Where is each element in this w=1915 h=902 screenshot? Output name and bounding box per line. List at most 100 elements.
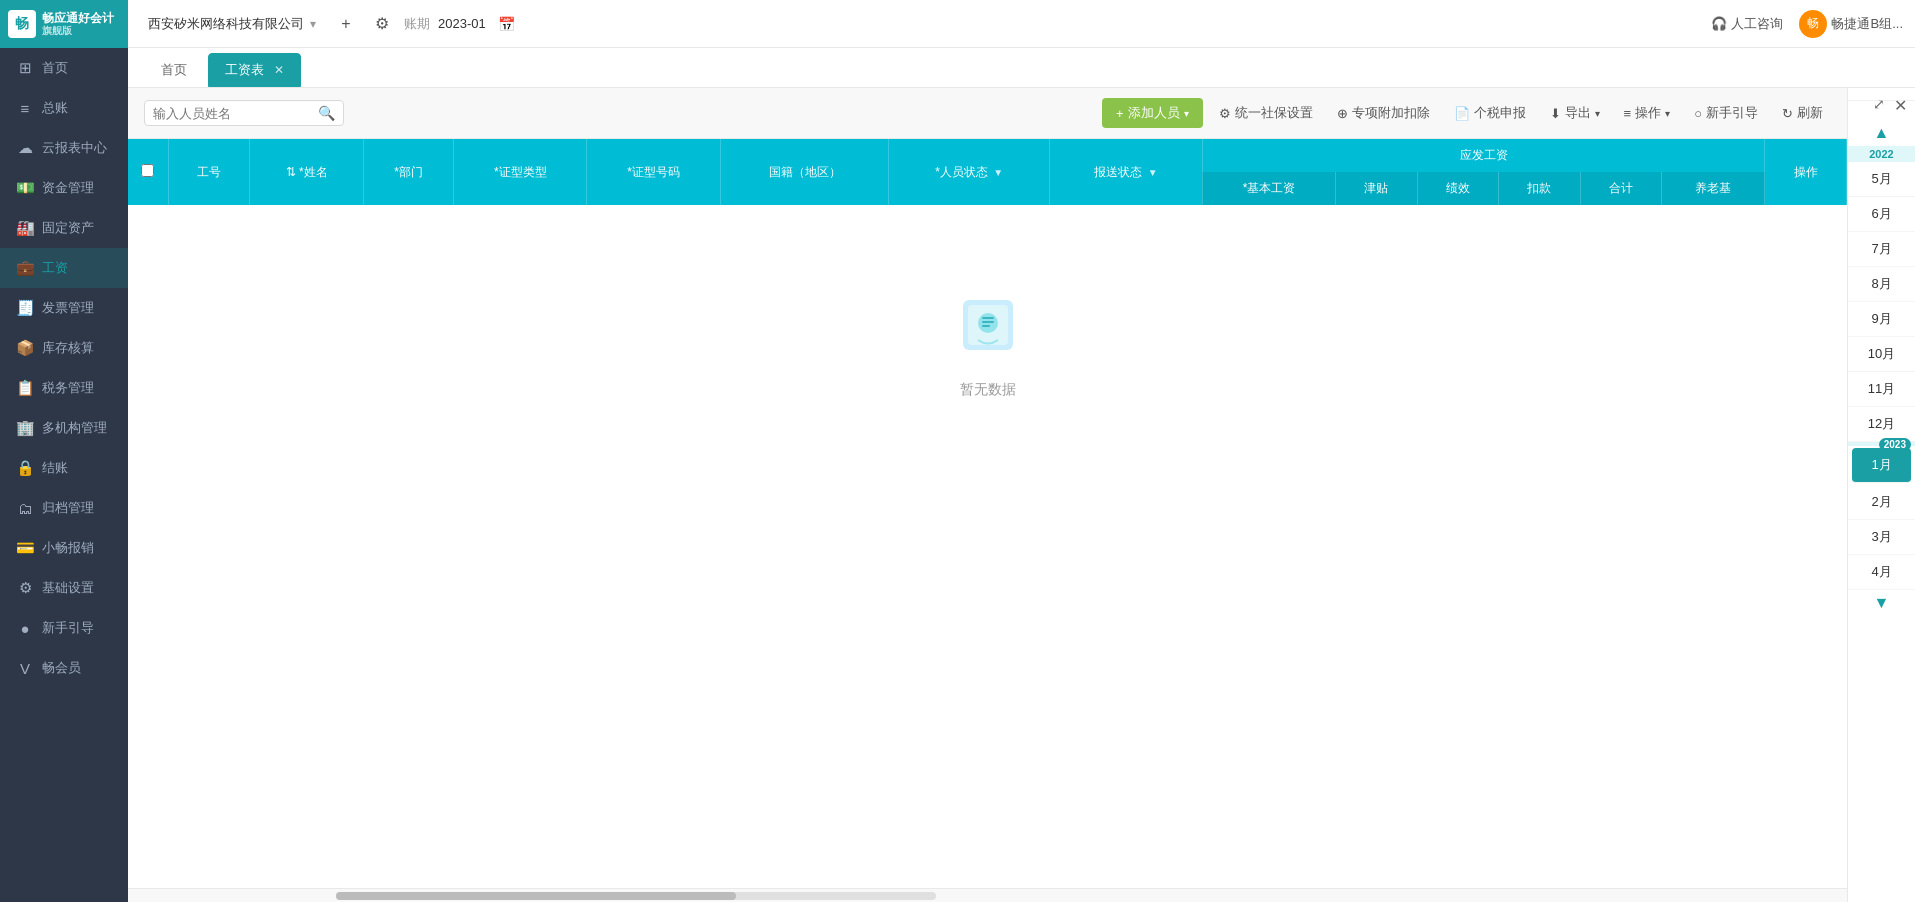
tab-home[interactable]: 首页 <box>144 53 204 87</box>
multi-org-icon: 🏢 <box>16 419 34 437</box>
tab-close-icon[interactable]: ✕ <box>274 63 284 77</box>
year-badge-2023: 2023 <box>1879 438 1911 451</box>
month-2022-11[interactable]: 11月 <box>1848 372 1915 407</box>
invoice-icon: 🧾 <box>16 299 34 317</box>
cloud-icon: ☁ <box>16 139 34 157</box>
month-2023-01[interactable]: 1月 <box>1852 448 1911 483</box>
sidebar-item-member[interactable]: V 畅会员 <box>0 648 128 688</box>
sidebar-item-closing[interactable]: 🔒 结账 <box>0 448 128 488</box>
company-settings-button[interactable]: ⚙ <box>368 10 396 38</box>
social-security-button[interactable]: ⚙ 统一社保设置 <box>1211 99 1321 127</box>
year-section-2022: 2022 5月 6月 7月 8月 9月 10月 11月 12月 <box>1848 146 1915 442</box>
member-icon: V <box>16 660 34 677</box>
main-area: 西安矽米网络科技有限公司 ▾ + ⚙ 账期 2023-01 📅 🎧 人工咨询 畅… <box>128 0 1915 902</box>
month-2022-12[interactable]: 12月 <box>1848 407 1915 442</box>
date-panel: ⤢ ✕ ▲ 2022 5月 6月 7月 8月 9月 10月 11月 12月 <box>1847 88 1915 902</box>
logo-icon: 畅 <box>8 10 36 38</box>
sidebar-nav: ⊞ 首页 ≡ 总账 ☁ 云报表中心 💵 资金管理 🏭 固定资产 💼 工资 🧾 发… <box>0 48 128 902</box>
plus-icon: + <box>341 15 350 33</box>
svg-rect-4 <box>982 321 994 323</box>
tax-icon: 📋 <box>16 379 34 397</box>
check-all-checkbox[interactable] <box>141 164 154 177</box>
expand-icon[interactable]: ⤢ <box>1873 96 1885 112</box>
col-report-status: 报送状态 ▼ <box>1050 139 1203 205</box>
settings-icon: ⚙ <box>16 579 34 597</box>
sidebar-item-tax[interactable]: 📋 税务管理 <box>0 368 128 408</box>
period-label: 账期 <box>404 15 430 33</box>
col-id: 工号 <box>168 139 249 205</box>
sidebar-item-cloud-report[interactable]: ☁ 云报表中心 <box>0 128 128 168</box>
date-scroll-down-button[interactable]: ▼ <box>1848 590 1915 616</box>
sidebar-item-fund[interactable]: 💵 资金管理 <box>0 168 128 208</box>
sidebar-item-expense[interactable]: 💳 小畅报销 <box>0 528 128 568</box>
month-2022-05[interactable]: 5月 <box>1848 162 1915 197</box>
inventory-icon: 📦 <box>16 339 34 357</box>
guide-button[interactable]: ○ 新手引导 <box>1686 99 1766 127</box>
scroll-thumb[interactable] <box>336 892 736 900</box>
month-2023-04[interactable]: 4月 <box>1848 555 1915 590</box>
table-wrapper: 工号 ⇅ *姓名 *部门 *证型类型 <box>128 139 1847 888</box>
col-base-salary: *基本工资 <box>1202 172 1335 205</box>
tabbar: 首页 工资表 ✕ <box>128 48 1915 88</box>
tax-report-button[interactable]: 📄 个税申报 <box>1446 99 1534 127</box>
add-person-button[interactable]: + 添加人员 ▾ <box>1102 98 1203 128</box>
month-2022-09[interactable]: 9月 <box>1848 302 1915 337</box>
avatar: 畅 <box>1799 10 1827 38</box>
expense-icon: 💳 <box>16 539 34 557</box>
search-box[interactable]: 🔍 <box>144 100 344 126</box>
special-deduction-button[interactable]: ⊕ 专项附加扣除 <box>1329 99 1438 127</box>
month-2023-03[interactable]: 3月 <box>1848 520 1915 555</box>
tab-salary-table[interactable]: 工资表 ✕ <box>208 53 301 87</box>
sidebar-item-multi-org[interactable]: 🏢 多机构管理 <box>0 408 128 448</box>
home-icon: ⊞ <box>16 59 34 77</box>
svg-rect-3 <box>982 317 994 319</box>
user-menu[interactable]: 畅 畅捷通B组... <box>1799 10 1903 38</box>
scroll-area[interactable] <box>128 888 1847 902</box>
col-id-number: *证型号码 <box>587 139 720 205</box>
col-status: *人员状态 ▼ <box>889 139 1050 205</box>
col-name: ⇅ *姓名 <box>249 139 363 205</box>
add-company-button[interactable]: + <box>332 10 360 38</box>
month-2022-07[interactable]: 7月 <box>1848 232 1915 267</box>
table-header-row: 工号 ⇅ *姓名 *部门 *证型类型 <box>128 139 1847 172</box>
sidebar-item-ledger[interactable]: ≡ 总账 <box>0 88 128 128</box>
date-scroll-up-button[interactable]: ▲ <box>1848 120 1915 146</box>
sidebar-item-guide[interactable]: ● 新手引导 <box>0 608 128 648</box>
sidebar-item-salary[interactable]: 💼 工资 <box>0 248 128 288</box>
search-icon: 🔍 <box>318 105 335 121</box>
support-button[interactable]: 🎧 人工咨询 <box>1711 15 1783 33</box>
operation-button[interactable]: ≡ 操作 ▾ <box>1616 99 1679 127</box>
company-selector[interactable]: 西安矽米网络科技有限公司 ▾ <box>140 11 324 37</box>
refresh-button[interactable]: ↻ 刷新 <box>1774 99 1831 127</box>
month-2023-02[interactable]: 2月 <box>1848 485 1915 520</box>
sidebar-item-fixed-asset[interactable]: 🏭 固定资产 <box>0 208 128 248</box>
sidebar-item-archive[interactable]: 🗂 归档管理 <box>0 488 128 528</box>
empty-icon <box>948 285 1028 365</box>
col-deduction: 扣款 <box>1499 172 1580 205</box>
sidebar-item-home[interactable]: ⊞ 首页 <box>0 48 128 88</box>
refresh-icon: ↻ <box>1782 106 1793 121</box>
date-list: ▲ 2022 5月 6月 7月 8月 9月 10月 11月 12月 2023 <box>1848 120 1915 902</box>
month-2022-10[interactable]: 10月 <box>1848 337 1915 372</box>
month-2022-06[interactable]: 6月 <box>1848 197 1915 232</box>
month-2022-08[interactable]: 8月 <box>1848 267 1915 302</box>
year-label-2023: 2023 <box>1848 442 1915 446</box>
content-area: 🔍 + 添加人员 ▾ ⚙ 统一社保设置 ⊕ 专项附加扣除 📄 <box>128 88 1915 902</box>
close-date-panel-button[interactable]: ✕ <box>1894 96 1907 115</box>
asset-icon: 🏭 <box>16 219 34 237</box>
salary-toolbar: 🔍 + 添加人员 ▾ ⚙ 统一社保设置 ⊕ 专项附加扣除 📄 <box>128 88 1847 139</box>
closing-icon: 🔒 <box>16 459 34 477</box>
scroll-track <box>336 892 936 900</box>
social-security-icon: ⚙ <box>1219 106 1231 121</box>
operation-dropdown-icon: ▾ <box>1665 108 1670 119</box>
sidebar-item-settings[interactable]: ⚙ 基础设置 <box>0 568 128 608</box>
report-filter-icon[interactable]: ▼ <box>1148 167 1158 178</box>
export-button[interactable]: ⬇ 导出 ▾ <box>1542 99 1608 127</box>
status-filter-icon[interactable]: ▼ <box>993 167 1003 178</box>
sidebar-item-inventory[interactable]: 📦 库存核算 <box>0 328 128 368</box>
date-top-bar: ⤢ ✕ <box>1848 88 1915 101</box>
operation-icon: ≡ <box>1624 106 1632 121</box>
sidebar-item-invoice[interactable]: 🧾 发票管理 <box>0 288 128 328</box>
calendar-icon[interactable]: 📅 <box>498 16 515 32</box>
search-input[interactable] <box>153 106 312 121</box>
